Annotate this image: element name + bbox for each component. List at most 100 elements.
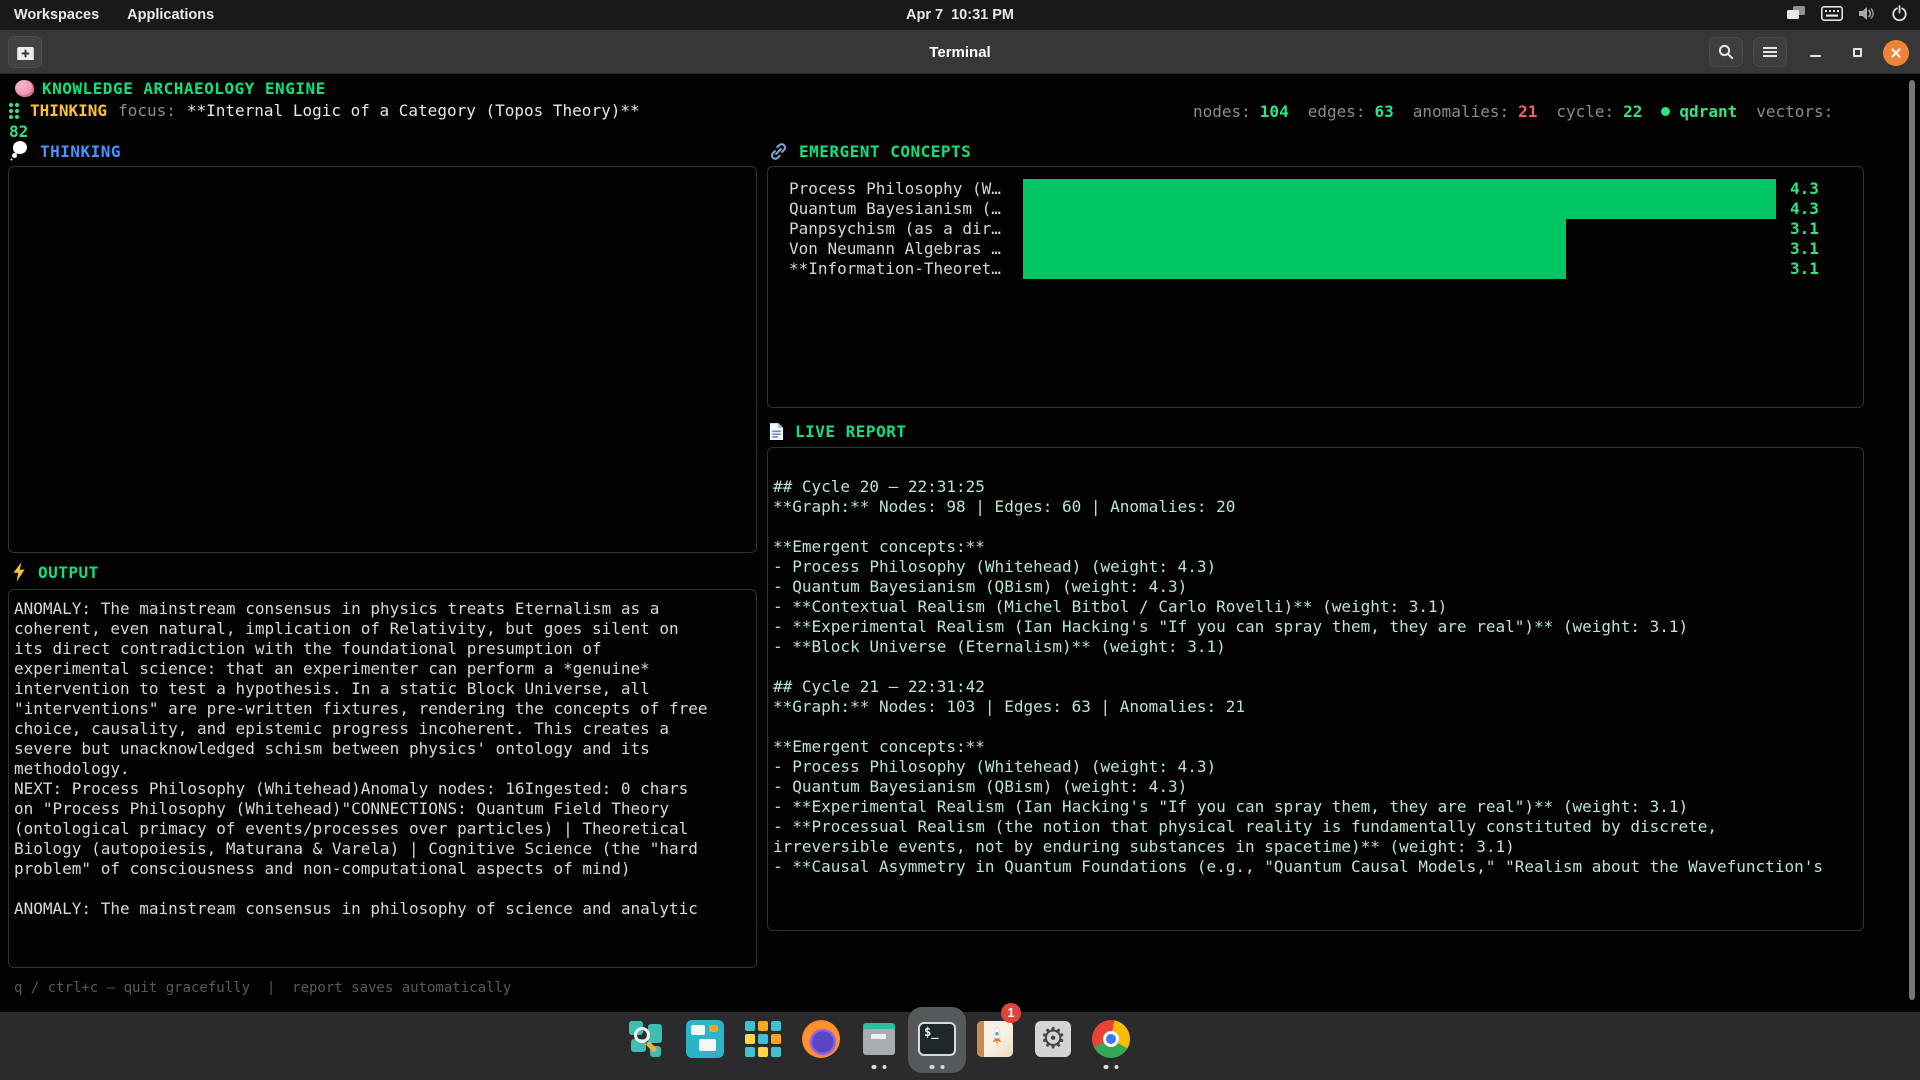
vectors-value: 82 <box>9 122 29 141</box>
terminal-text-line: - Quantum Bayesianism (QBism) (weight: 4… <box>773 777 1188 796</box>
workspaces-menu[interactable]: Workspaces <box>14 7 99 23</box>
terminal-text-line: - Process Philosophy (Whitehead) (weight… <box>773 557 1217 576</box>
maximize-icon <box>1852 47 1862 57</box>
stat-label: edges: <box>1307 101 1366 121</box>
concept-weight: 3.1 <box>1790 239 1819 258</box>
document-icon <box>769 422 784 440</box>
concept-bar-track <box>1023 219 1776 239</box>
terminal-text-line <box>14 879 756 899</box>
terminal-text-line: - Process Philosophy (Whitehead) (weight… <box>773 757 1217 776</box>
concept-label: Panpsychism (as a dir… <box>789 219 1001 238</box>
settings-icon: ⚙ <box>1034 1020 1072 1058</box>
concept-bar <box>1023 259 1566 279</box>
maximize-button[interactable] <box>1842 37 1872 67</box>
running-indicator-dots <box>1103 1064 1119 1069</box>
concept-bar-track <box>1023 199 1776 219</box>
thinking-panel <box>8 166 757 553</box>
dock-item-app-grid[interactable] <box>744 1020 782 1058</box>
stat-value: 104 <box>1259 101 1289 121</box>
output-panel-title: OUTPUT <box>38 562 99 582</box>
report-panel-title: LIVE REPORT <box>795 421 907 441</box>
concept-bar-track <box>1023 239 1776 259</box>
dock-item-files[interactable] <box>860 1020 898 1069</box>
engine-state: THINKING <box>30 100 108 120</box>
terminal-text-line: problem" of consciousness and non-comput… <box>14 859 631 878</box>
dock-item-app-finder[interactable] <box>628 1020 666 1058</box>
concept-bar <box>1023 219 1566 239</box>
concepts-panel-title: EMERGENT CONCEPTS <box>799 141 972 161</box>
concept-row: Panpsychism (as a dir… 3.1 <box>768 219 1863 239</box>
engine-stats: nodes: 104 edges: 63 anomalies: 21 cycle: 22 qd… <box>1193 101 1833 121</box>
workspaces-indicator-icon[interactable] <box>1787 5 1806 25</box>
terminal-text-line: - **Experimental Realism (Ian Hacking's … <box>773 797 1689 816</box>
focus-label: focus: <box>118 100 176 120</box>
qdrant-label: qdrant <box>1679 101 1738 121</box>
minimize-button[interactable] <box>1800 37 1830 67</box>
terminal-text-line: **Graph:** Nodes: 103 | Edges: 63 | Anom… <box>773 697 1246 716</box>
concept-label: Von Neumann Algebras … <box>789 239 1001 258</box>
notification-badge: 1 <box>1001 1003 1021 1023</box>
terminal-text-line: NEXT: Process Philosophy (Whitehead)Anom… <box>14 779 689 798</box>
window-tiles-icon <box>686 1020 724 1058</box>
concept-bar <box>1023 199 1776 219</box>
terminal-text-line: (ontological primacy of events/processes… <box>14 819 689 838</box>
concept-bar <box>1023 179 1776 199</box>
terminal-text-line: - **Processual Realism (the notion that … <box>773 817 1718 836</box>
running-indicator-dots <box>929 1064 945 1069</box>
terminal-text-line: coherent, even natural, implication of R… <box>14 619 679 638</box>
files-icon <box>860 1020 898 1058</box>
terminal-text-line: - Quantum Bayesianism (QBism) (weight: 4… <box>773 577 1188 596</box>
app-grid-icon <box>744 1020 782 1058</box>
concept-bar-track <box>1023 179 1776 199</box>
terminal-text-line: - **Contextual Realism (Michel Bitbol / … <box>773 597 1448 616</box>
terminal-scrollbar[interactable] <box>1909 80 1915 1000</box>
clock[interactable]: Apr 7 10:31 PM <box>906 0 1014 30</box>
dock-item-window-tiles[interactable] <box>686 1020 724 1058</box>
report-panel-header: LIVE REPORT <box>769 420 906 442</box>
dock-item-firefox[interactable] <box>802 1020 840 1058</box>
search-button[interactable] <box>1709 37 1743 67</box>
stat-label: nodes: <box>1193 101 1251 121</box>
concept-label: **Information-Theoret… <box>789 259 1001 278</box>
thought-balloon-icon <box>9 141 29 161</box>
concept-bar-track <box>1023 259 1776 279</box>
concept-bar <box>1023 239 1566 259</box>
report-panel: ## Cycle 20 — 22:31:25 **Graph:** Nodes: … <box>767 447 1864 931</box>
terminal-text-line: intervention to test a hypothesis. In a … <box>14 679 650 698</box>
focus-value: **Internal Logic of a Category (Topos Th… <box>186 100 640 120</box>
terminal-text-line: severe but unacknowledged schism between… <box>14 739 650 758</box>
terminal-text-line: - **Causal Asymmetry in Quantum Foundati… <box>773 857 1823 876</box>
brain-icon <box>15 79 34 97</box>
stat-value: 22 <box>1623 101 1643 121</box>
output-panel-header: OUTPUT <box>11 561 99 583</box>
dock-item-terminal[interactable]: $_ <box>908 1007 966 1073</box>
concept-label: Process Philosophy (W… <box>789 179 1001 198</box>
terminal-text-line <box>773 717 1863 737</box>
terminal-text-line: choice, causality, and epistemic progres… <box>14 719 670 738</box>
terminal-text-line <box>773 657 1863 677</box>
menu-button[interactable] <box>1753 37 1787 67</box>
stat-label: anomalies: <box>1412 101 1510 121</box>
lightning-icon <box>13 562 25 582</box>
volume-icon[interactable] <box>1858 6 1876 25</box>
stat-value: 63 <box>1374 101 1394 121</box>
search-icon <box>1718 44 1734 60</box>
power-icon[interactable] <box>1891 4 1908 26</box>
terminal-content[interactable]: KNOWLEDGE ARCHAEOLOGY ENGINE THINKING fo… <box>0 74 1920 1012</box>
concepts-panel: Process Philosophy (W… 4.3 Quantum Bayesia… <box>767 166 1864 408</box>
thinking-panel-title: THINKING <box>40 141 122 161</box>
concept-row: **Information-Theoret… 3.1 <box>768 259 1863 279</box>
keyboard-icon[interactable] <box>1821 5 1843 25</box>
close-button[interactable] <box>1883 40 1909 66</box>
terminal-text-line: ANOMALY: The mainstream consensus in phi… <box>14 899 698 918</box>
hamburger-icon <box>1763 47 1777 57</box>
concept-weight: 3.1 <box>1790 219 1819 238</box>
dock-item-notes[interactable]: 1 <box>976 1003 1021 1058</box>
dock-item-settings[interactable]: ⚙ <box>1034 1020 1072 1058</box>
terminal-text-line: - **Experimental Realism (Ian Hacking's … <box>773 617 1689 636</box>
terminal-titlebar[interactable]: Terminal <box>0 30 1920 74</box>
applications-menu[interactable]: Applications <box>127 7 214 23</box>
dock-item-chrome[interactable] <box>1092 1020 1130 1069</box>
stat-nodes: nodes: 104 <box>1193 102 1289 121</box>
terminal-icon: $_ <box>918 1020 956 1058</box>
